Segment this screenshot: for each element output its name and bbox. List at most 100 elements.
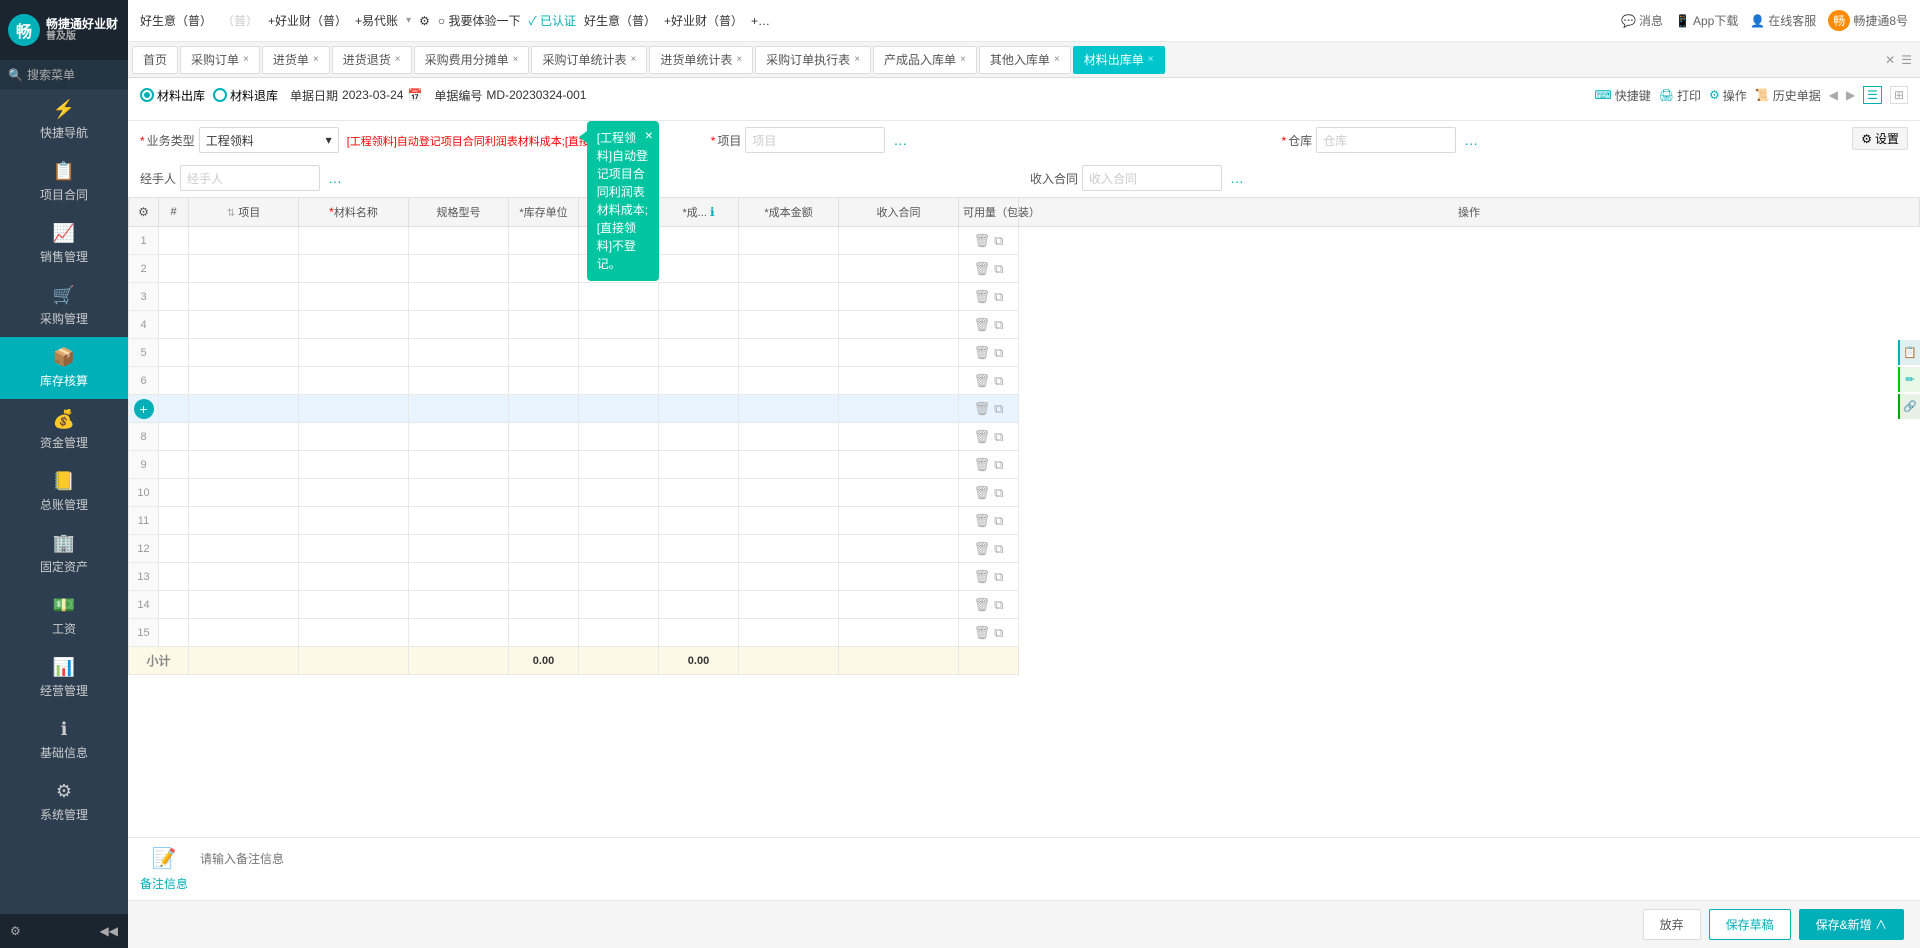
cell-quantity[interactable] [509,311,579,339]
cell-available[interactable] [839,591,959,619]
copy-row-icon[interactable]: ⧉ [994,513,1003,529]
cell-available[interactable] [839,619,959,647]
tab-close-icon[interactable]: × [960,54,966,65]
copy-row-icon[interactable]: ⧉ [994,625,1003,641]
nav-more[interactable]: +… [751,14,770,28]
cell-cost[interactable] [579,563,659,591]
tab-material-outbound[interactable]: 材料出库单 × [1073,46,1165,74]
delete-icon[interactable]: 🗑 [974,485,991,501]
cell-available[interactable] [839,507,959,535]
cell-available-active[interactable] [839,395,959,423]
online-service-btn[interactable]: 👤 在线客服 [1750,12,1816,29]
cell-material[interactable] [189,367,299,395]
cell-cost[interactable] [579,535,659,563]
copy-row-icon[interactable]: ⧉ [994,597,1003,613]
cell-available[interactable] [839,311,959,339]
tab-close-icon[interactable]: × [243,54,249,65]
cell-cost-amount[interactable] [659,563,739,591]
right-tool-edit[interactable]: ✏ [1898,367,1920,392]
sidebar-item-ledger[interactable]: 📒 总账管理 [0,461,128,523]
cell-unit[interactable] [409,227,509,255]
cell-quantity[interactable] [509,423,579,451]
cell-material[interactable] [189,535,299,563]
save-draft-button[interactable]: 保存草稿 [1709,909,1791,940]
cell-material[interactable] [189,507,299,535]
copy-row-icon[interactable]: ⧉ [994,317,1003,333]
calendar-icon[interactable]: 📅 [407,88,422,102]
delete-icon[interactable]: 🗑 [974,401,991,417]
cell-material[interactable] [189,255,299,283]
cell-quantity[interactable] [509,535,579,563]
cell-cost-amount[interactable] [659,227,739,255]
cell-unit[interactable] [409,423,509,451]
cell-project[interactable] [159,227,189,255]
tab-product-inbound[interactable]: 产成品入库单 × [873,46,977,74]
tab-close-icon[interactable]: × [1148,54,1154,65]
cell-unit[interactable] [409,311,509,339]
handler-input[interactable]: 经手人 [180,165,320,191]
cell-available[interactable] [839,451,959,479]
cell-quantity[interactable] [509,507,579,535]
operation-btn[interactable]: ⚙ 操作 [1709,87,1747,104]
notes-input[interactable] [196,846,1908,886]
cell-cost[interactable] [579,311,659,339]
tab-close-icon[interactable]: × [630,54,636,65]
sidebar-item-assets[interactable]: 🏢 固定资产 [0,523,128,585]
settings-icon[interactable]: ⚙ [10,924,21,938]
cell-quantity[interactable] [509,339,579,367]
cell-income-contract-active[interactable] [739,395,839,423]
nav-next-icon[interactable]: ▶ [1846,88,1855,102]
tab-other-inbound[interactable]: 其他入库单 × [979,46,1071,74]
delete-icon[interactable]: 🗑 [974,373,991,389]
cell-material[interactable] [189,479,299,507]
cell-spec[interactable] [299,507,409,535]
collapse-icon[interactable]: ◀◀ [100,924,118,938]
cell-spec[interactable] [299,227,409,255]
cell-material[interactable] [189,423,299,451]
cell-spec-active[interactable] [299,395,409,423]
radio-material-out[interactable]: 材料出库 [140,87,205,104]
tab-close-icon[interactable]: × [313,54,319,65]
business-type-input[interactable]: 工程领料 ▾ [199,127,339,153]
cell-spec[interactable] [299,619,409,647]
sidebar-item-sales[interactable]: 📈 销售管理 [0,213,128,275]
cell-cost[interactable] [579,367,659,395]
cell-income-contract[interactable] [739,479,839,507]
app-download-btn[interactable]: 📱 App下载 [1675,12,1738,29]
nav-good-finance[interactable]: +好业财（普） [268,12,347,29]
cell-income-contract[interactable] [739,619,839,647]
view-grid-icon[interactable]: ⊞ [1890,86,1908,104]
tab-close-icon[interactable]: × [854,54,860,65]
cell-cost-amount[interactable] [659,283,739,311]
cell-quantity[interactable] [509,227,579,255]
cell-project[interactable] [159,619,189,647]
cell-project[interactable] [159,423,189,451]
cell-cost-amount-active[interactable] [659,395,739,423]
cell-cost[interactable] [579,339,659,367]
th-project[interactable]: ⇅ 项目 [189,198,299,227]
cell-unit[interactable] [409,339,509,367]
cell-material[interactable] [189,339,299,367]
delete-icon[interactable]: 🗑 [974,457,991,473]
cell-cost-amount[interactable] [659,619,739,647]
cell-cost[interactable] [579,283,659,311]
sidebar-item-management[interactable]: 📊 经营管理 [0,647,128,709]
cell-available[interactable] [839,367,959,395]
cell-quantity[interactable] [509,563,579,591]
cell-spec[interactable] [299,311,409,339]
delete-icon[interactable]: 🗑 [974,597,991,613]
cell-available[interactable] [839,563,959,591]
cell-cost[interactable] [579,591,659,619]
sidebar-search[interactable]: 🔍 搜索菜单 [0,60,128,89]
cell-cost-active[interactable] [579,395,659,423]
cell-income-contract[interactable] [739,507,839,535]
cell-material[interactable] [189,311,299,339]
right-tool-link[interactable]: 🔗 [1898,394,1920,419]
user-avatar[interactable]: 畅 畅捷通8号 [1828,10,1908,31]
copy-row-icon[interactable]: ⧉ [994,541,1003,557]
delete-icon[interactable]: 🗑 [974,429,991,445]
copy-row-icon[interactable]: ⧉ [994,457,1003,473]
cell-unit-active[interactable] [409,395,509,423]
nav-try[interactable]: ○ 我要体验一下 [438,12,521,29]
cell-project[interactable] [159,311,189,339]
